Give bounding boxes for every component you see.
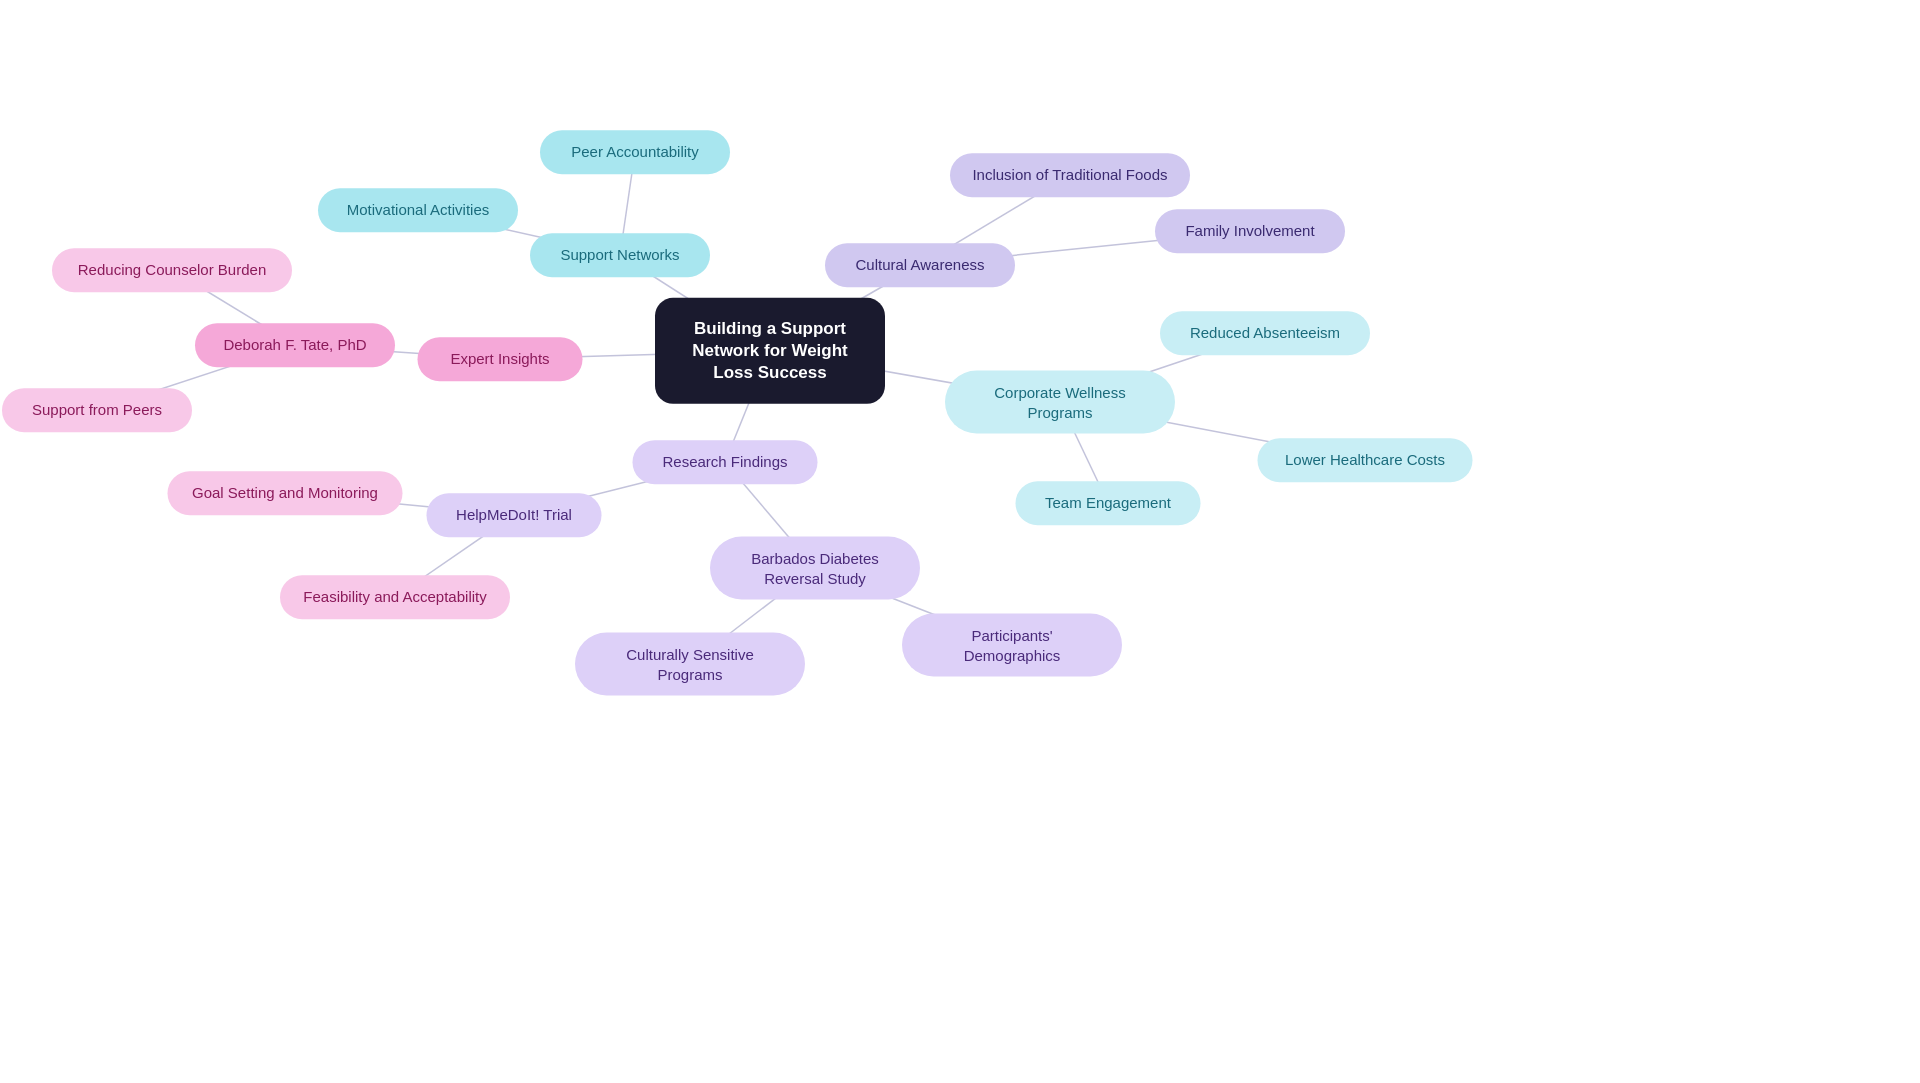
node-helpmedo-trial[interactable]: HelpMeDoIt! Trial	[427, 493, 602, 537]
node-feasibility[interactable]: Feasibility and Acceptability	[280, 575, 510, 619]
node-center[interactable]: Building a Support Network for Weight Lo…	[655, 298, 885, 404]
node-research-findings[interactable]: Research Findings	[633, 440, 818, 484]
node-reduced-absenteeism[interactable]: Reduced Absenteeism	[1160, 311, 1370, 355]
node-barbados-study[interactable]: Barbados Diabetes Reversal Study	[710, 537, 920, 600]
node-support-networks[interactable]: Support Networks	[530, 233, 710, 277]
node-cultural-awareness[interactable]: Cultural Awareness	[825, 243, 1015, 287]
node-motivational-activities[interactable]: Motivational Activities	[318, 188, 518, 232]
node-goal-setting[interactable]: Goal Setting and Monitoring	[168, 471, 403, 515]
mindmap-container: Building a Support Network for Weight Lo…	[0, 0, 1920, 1083]
node-lower-healthcare-costs[interactable]: Lower Healthcare Costs	[1258, 438, 1473, 482]
node-culturally-sensitive[interactable]: Culturally Sensitive Programs	[575, 633, 805, 696]
node-deborah-tate[interactable]: Deborah F. Tate, PhD	[195, 323, 395, 367]
node-family-involvement[interactable]: Family Involvement	[1155, 209, 1345, 253]
node-participants-demographics[interactable]: Participants' Demographics	[902, 614, 1122, 677]
node-team-engagement[interactable]: Team Engagement	[1016, 481, 1201, 525]
node-reducing-counselor-burden[interactable]: Reducing Counselor Burden	[52, 248, 292, 292]
node-corporate-wellness[interactable]: Corporate Wellness Programs	[945, 371, 1175, 434]
node-inclusion-traditional-foods[interactable]: Inclusion of Traditional Foods	[950, 153, 1190, 197]
node-support-from-peers[interactable]: Support from Peers	[2, 388, 192, 432]
node-expert-insights[interactable]: Expert Insights	[418, 337, 583, 381]
node-peer-accountability[interactable]: Peer Accountability	[540, 130, 730, 174]
